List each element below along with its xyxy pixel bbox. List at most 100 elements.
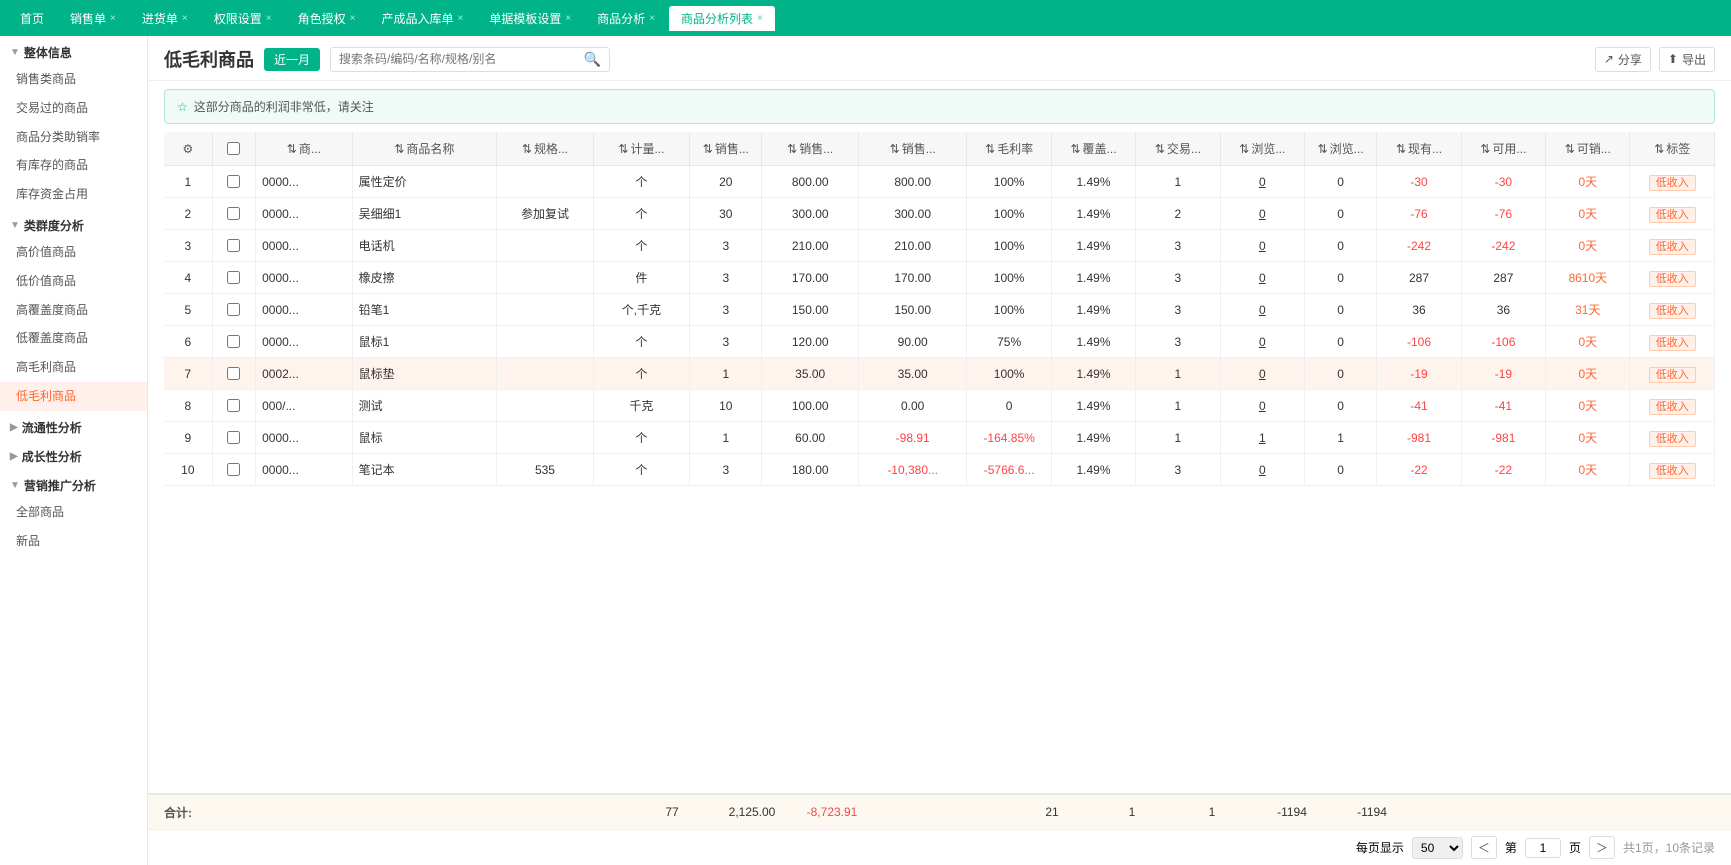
row-select-checkbox[interactable] (227, 207, 240, 220)
view1-link[interactable]: 1 (1259, 431, 1266, 445)
row-sales-qty: 10 (690, 390, 762, 422)
sidebar-item-低毛利商品[interactable]: 低毛利商品 (0, 382, 147, 411)
nav-item-商品分析[interactable]: 商品分析× (585, 6, 667, 31)
view1-link[interactable]: 0 (1259, 335, 1266, 349)
nav-label: 商品分析列表 (681, 10, 753, 27)
view1-link[interactable]: 0 (1259, 207, 1266, 221)
footer-sales-price: 2,125.00 (712, 805, 792, 819)
col-header-trade_count[interactable]: ⇅交易... (1136, 132, 1220, 166)
search-input[interactable] (339, 52, 580, 66)
sidebar-item-高覆盖度商品[interactable]: 高覆盖度商品 (0, 296, 147, 325)
nav-close-icon[interactable]: × (457, 13, 463, 24)
search-icon[interactable]: 🔍 (584, 51, 601, 68)
view1-link[interactable]: 0 (1259, 175, 1266, 189)
col-header-saleable[interactable]: ⇅可销... (1546, 132, 1630, 166)
share-button[interactable]: ↗ 分享 (1595, 47, 1651, 72)
view1-link[interactable]: 0 (1259, 303, 1266, 317)
view1-link[interactable]: 0 (1259, 367, 1266, 381)
col-header-settings[interactable]: ⚙ (164, 132, 212, 166)
view1-link[interactable]: 0 (1259, 399, 1266, 413)
sidebar-item-新品[interactable]: 新品 (0, 527, 147, 556)
nav-close-icon[interactable]: × (350, 13, 356, 24)
nav-close-icon[interactable]: × (757, 13, 763, 24)
export-button[interactable]: ⬆ 导出 (1659, 47, 1715, 72)
sidebar-group-类群度分析[interactable]: ▼类群度分析 (0, 209, 147, 238)
col-header-gross_margin[interactable]: ⇅毛利率 (967, 132, 1051, 166)
nav-item-产成品入库单[interactable]: 产成品入库单× (369, 6, 475, 31)
sidebar-item-全部商品[interactable]: 全部商品 (0, 498, 147, 527)
nav-item-商品分析列表[interactable]: 商品分析列表 × (669, 6, 775, 31)
col-header-sales_qty[interactable]: ⇅销售... (690, 132, 762, 166)
nav-close-icon[interactable]: × (649, 13, 655, 24)
page-size-select[interactable]: 2050100 (1412, 837, 1463, 859)
sidebar-item-高价值商品[interactable]: 高价值商品 (0, 238, 147, 267)
nav-close-icon[interactable]: × (182, 13, 188, 24)
col-header-checkbox[interactable] (212, 132, 255, 166)
current-page-input[interactable] (1525, 838, 1561, 858)
prev-page-button[interactable]: ＜ (1471, 836, 1497, 859)
row-saleable: 0天 (1546, 230, 1630, 262)
settings-icon[interactable]: ⚙ (182, 142, 193, 156)
col-header-sales_amount[interactable]: ⇅销售... (858, 132, 967, 166)
tag-badge: 低收入 (1649, 175, 1696, 191)
sidebar-item-销售类商品[interactable]: 销售类商品 (0, 65, 147, 94)
nav-item-权限设置[interactable]: 权限设置× (202, 6, 284, 31)
sidebar-item-高毛利商品[interactable]: 高毛利商品 (0, 353, 147, 382)
sidebar-item-低价值商品[interactable]: 低价值商品 (0, 267, 147, 296)
row-select-checkbox[interactable] (227, 271, 240, 284)
row-gross-margin: 100% (967, 230, 1051, 262)
sidebar-group-成长性分析[interactable]: ▶成长性分析 (0, 440, 147, 469)
nav-item-单据模板设置[interactable]: 单据模板设置× (477, 6, 583, 31)
nav-item-角色授权[interactable]: 角色授权× (286, 6, 368, 31)
row-sales-price: 180.00 (762, 454, 858, 486)
view1-link[interactable]: 0 (1259, 239, 1266, 253)
col-header-view2[interactable]: ⇅浏览... (1304, 132, 1376, 166)
col-header-coverage[interactable]: ⇅覆盖... (1051, 132, 1135, 166)
col-header-view1[interactable]: ⇅浏览... (1220, 132, 1304, 166)
sidebar-item-商品分类助销率[interactable]: 商品分类助销率 (0, 123, 147, 152)
nav-close-icon[interactable]: × (110, 13, 116, 24)
period-button[interactable]: 近一月 (264, 48, 320, 71)
col-header-unit[interactable]: ⇅计量... (593, 132, 689, 166)
row-select-checkbox[interactable] (227, 399, 240, 412)
row-sales-price: 170.00 (762, 262, 858, 294)
row-sales-qty: 3 (690, 294, 762, 326)
select-all-checkbox[interactable] (227, 142, 240, 155)
nav-item-进货单[interactable]: 进货单× (130, 6, 200, 31)
sidebar-item-低覆盖度商品[interactable]: 低覆盖度商品 (0, 324, 147, 353)
nav-item-销售单[interactable]: 销售单× (58, 6, 128, 31)
row-select-checkbox[interactable] (227, 463, 240, 476)
sidebar-item-有库存的商品[interactable]: 有库存的商品 (0, 151, 147, 180)
row-select-checkbox[interactable] (227, 239, 240, 252)
row-code: 0000... (256, 198, 352, 230)
row-unit: 个 (593, 326, 689, 358)
row-select-checkbox[interactable] (227, 367, 240, 380)
view1-link[interactable]: 0 (1259, 463, 1266, 477)
row-coverage: 1.49% (1051, 358, 1135, 390)
col-header-spec[interactable]: ⇅规格... (497, 132, 593, 166)
col-sort-icon: ⇅ (394, 142, 404, 156)
row-select-checkbox[interactable] (227, 303, 240, 316)
header-actions: ↗ 分享 ⬆ 导出 (1595, 47, 1715, 72)
row-tag: 低收入 (1630, 262, 1715, 294)
nav-close-icon[interactable]: × (565, 13, 571, 24)
row-select-checkbox[interactable] (227, 431, 240, 444)
col-header-tag[interactable]: ⇅标签 (1630, 132, 1715, 166)
nav-close-icon[interactable]: × (266, 13, 272, 24)
col-header-sales_price[interactable]: ⇅销售... (762, 132, 858, 166)
next-page-button[interactable]: ＞ (1589, 836, 1615, 859)
nav-item-首页[interactable]: 首页 (8, 6, 56, 31)
col-header-code[interactable]: ⇅商... (256, 132, 352, 166)
sidebar-item-库存资金占用[interactable]: 库存资金占用 (0, 180, 147, 209)
col-header-available[interactable]: ⇅可用... (1461, 132, 1545, 166)
sidebar-group-营销推广分析[interactable]: ▼营销推广分析 (0, 469, 147, 498)
col-header-name[interactable]: ⇅商品名称 (352, 132, 497, 166)
col-header-current[interactable]: ⇅现有... (1377, 132, 1461, 166)
view1-link[interactable]: 0 (1259, 271, 1266, 285)
row-tag: 低收入 (1630, 422, 1715, 454)
row-select-checkbox[interactable] (227, 335, 240, 348)
row-select-checkbox[interactable] (227, 175, 240, 188)
sidebar-group-整体信息[interactable]: ▼整体信息 (0, 36, 147, 65)
sidebar-item-交易过的商品[interactable]: 交易过的商品 (0, 94, 147, 123)
sidebar-group-流通性分析[interactable]: ▶流通性分析 (0, 411, 147, 440)
